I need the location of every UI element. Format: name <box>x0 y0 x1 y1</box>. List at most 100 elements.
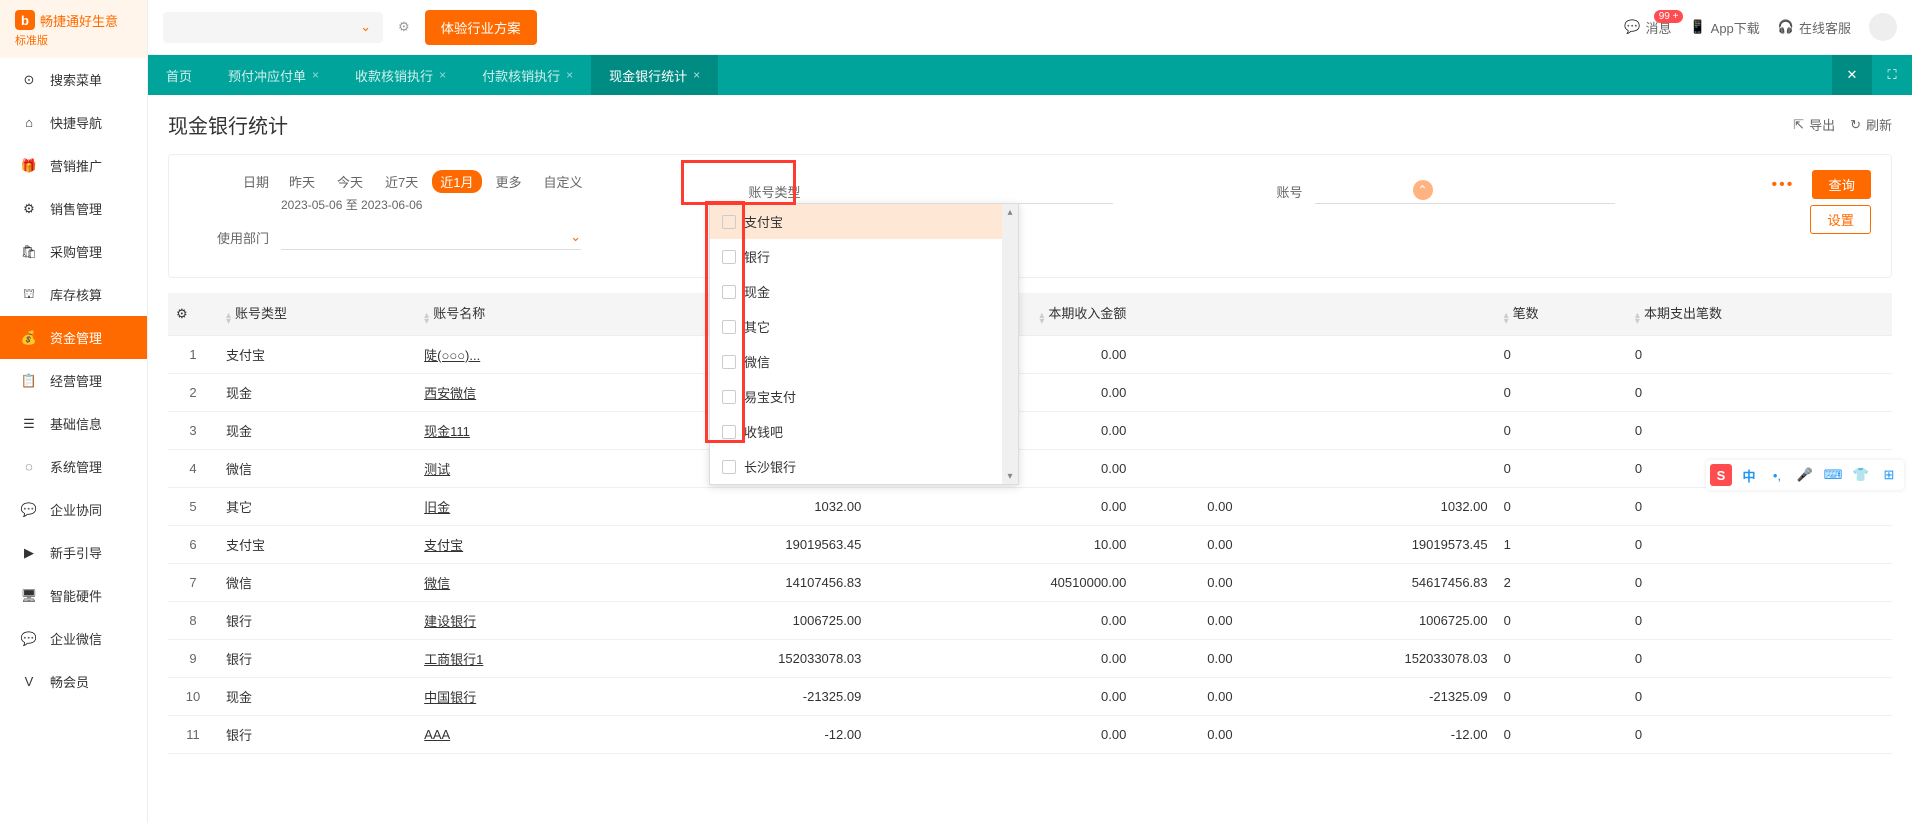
sidebar-item-13[interactable]: 💬企业微信 <box>0 617 147 660</box>
account-link[interactable]: AAA <box>424 727 450 742</box>
tab-close-icon[interactable]: × <box>439 68 446 82</box>
table-settings-icon[interactable]: ⚙ <box>176 306 188 321</box>
refresh-button[interactable]: ↻ 刷新 <box>1850 115 1892 134</box>
account-link[interactable]: 中国银行 <box>424 690 476 705</box>
column-header[interactable]: ▴▾账号类型 <box>218 293 416 336</box>
tab-1[interactable]: 预付冲应付单× <box>210 55 337 95</box>
scroll-down-arrow[interactable]: ▾ <box>1007 468 1012 484</box>
column-header[interactable]: ▴▾账号名称 <box>416 293 614 336</box>
tab-close-icon[interactable]: × <box>312 68 319 82</box>
export-button[interactable]: ⇱ 导出 <box>1793 115 1835 134</box>
sort-icon[interactable]: ▴▾ <box>1635 313 1640 325</box>
checkbox[interactable] <box>722 250 736 264</box>
close-all-tabs-button[interactable]: ✕ <box>1832 55 1872 95</box>
sidebar-item-14[interactable]: V畅会员 <box>0 660 147 703</box>
sidebar-item-10[interactable]: 💬企业协同 <box>0 488 147 531</box>
dropdown-option[interactable]: 易宝支付 <box>710 379 1002 414</box>
tab-2[interactable]: 收款核销执行× <box>337 55 464 95</box>
checkbox[interactable] <box>722 285 736 299</box>
account-link[interactable]: 陡(○○○)... <box>424 348 480 363</box>
date-tag[interactable]: 昨天 <box>281 170 323 193</box>
experience-button[interactable]: 体验行业方案 <box>425 10 537 45</box>
sidebar-item-11[interactable]: ▶新手引导 <box>0 531 147 574</box>
message-button[interactable]: 💬 消息 99 + <box>1624 18 1671 37</box>
ime-punct-icon[interactable]: •, <box>1766 464 1788 486</box>
sidebar-item-4[interactable]: 🛍采购管理 <box>0 230 147 273</box>
checkbox[interactable] <box>722 215 736 229</box>
tab-close-icon[interactable]: × <box>566 68 573 82</box>
ime-mic-icon[interactable]: 🎤 <box>1794 464 1816 486</box>
dropdown-option[interactable]: 收钱吧 <box>710 414 1002 449</box>
sidebar-item-5[interactable]: ⛫库存核算 <box>0 273 147 316</box>
cell-out-count: 0 <box>1627 526 1892 564</box>
checkbox[interactable] <box>722 355 736 369</box>
dropdown-scrollbar[interactable]: ▴ ▾ <box>1002 204 1018 484</box>
tab-close-icon[interactable]: × <box>693 68 700 82</box>
sidebar-item-9[interactable]: ◌系统管理 <box>0 445 147 488</box>
checkbox[interactable] <box>722 425 736 439</box>
account-link[interactable]: 西安微信 <box>424 386 476 401</box>
column-header[interactable]: ▴▾本期支出笔数 <box>1627 293 1892 336</box>
sidebar-item-8[interactable]: ☰基础信息 <box>0 402 147 445</box>
ime-logo-icon[interactable]: S <box>1710 464 1732 486</box>
dropdown-option[interactable]: 现金 <box>710 274 1002 309</box>
sidebar-item-3[interactable]: ⚙销售管理 <box>0 187 147 230</box>
more-filters-button[interactable]: ••• <box>1772 176 1795 194</box>
online-service-button[interactable]: 🎧 在线客服 <box>1778 18 1851 37</box>
account-type-input[interactable] <box>813 180 1113 204</box>
dropdown-option[interactable]: 支付宝 <box>710 204 1002 239</box>
org-selector[interactable]: ⌄ <box>163 12 383 43</box>
user-avatar[interactable] <box>1869 13 1897 41</box>
tab-4[interactable]: 现金银行统计× <box>591 55 718 95</box>
ime-keyboard-icon[interactable]: ⌨ <box>1822 464 1844 486</box>
sidebar-item-7[interactable]: 📋经营管理 <box>0 359 147 402</box>
checkbox[interactable] <box>722 320 736 334</box>
sort-icon[interactable]: ▴▾ <box>1504 313 1509 325</box>
ime-toolbox-icon[interactable]: ⊞ <box>1878 464 1900 486</box>
tab-0[interactable]: 首页 <box>148 55 210 95</box>
column-header[interactable]: ▴▾笔数 <box>1496 293 1627 336</box>
settings-button[interactable]: 设置 <box>1810 205 1871 234</box>
account-link[interactable]: 微信 <box>424 576 450 591</box>
query-button[interactable]: 查询 <box>1812 170 1871 199</box>
sidebar-item-6[interactable]: 💰资金管理 <box>0 316 147 359</box>
scroll-up-arrow[interactable]: ▴ <box>1007 204 1012 220</box>
dropdown-option[interactable]: 长沙银行 <box>710 449 1002 484</box>
date-tag[interactable]: 今天 <box>329 170 371 193</box>
account-link[interactable]: 现金111 <box>424 424 470 439</box>
dropdown-option[interactable]: 银行 <box>710 239 1002 274</box>
sort-icon[interactable]: ▴▾ <box>1039 313 1044 325</box>
checkbox[interactable] <box>722 390 736 404</box>
account-link[interactable]: 测试 <box>424 462 450 477</box>
ime-lang-button[interactable]: 中 <box>1738 464 1760 486</box>
sidebar-item-0[interactable]: ⊙搜索菜单 <box>0 58 147 101</box>
collapse-filter-button[interactable]: ⌃ <box>1413 180 1433 200</box>
account-input[interactable] <box>1315 180 1615 204</box>
tab-3[interactable]: 付款核销执行× <box>464 55 591 95</box>
sort-icon[interactable]: ▴▾ <box>226 313 231 325</box>
date-tag[interactable]: 近1月 <box>432 170 481 193</box>
gear-icon[interactable]: ⚙ <box>398 19 410 35</box>
dropdown-option[interactable]: 微信 <box>710 344 1002 379</box>
sidebar-item-12[interactable]: 🖥智能硬件 <box>0 574 147 617</box>
ime-skin-icon[interactable]: 👕 <box>1850 464 1872 486</box>
cell-type: 微信 <box>218 564 416 602</box>
column-header[interactable] <box>1134 293 1240 336</box>
account-link[interactable]: 建设银行 <box>424 614 476 629</box>
column-header[interactable] <box>1241 293 1496 336</box>
date-tag[interactable]: 自定义 <box>536 170 591 193</box>
date-tag[interactable]: 更多 <box>488 170 530 193</box>
sidebar-item-2[interactable]: 🎁营销推广 <box>0 144 147 187</box>
sort-icon[interactable]: ▴▾ <box>424 313 429 325</box>
fullscreen-button[interactable]: ⛶ <box>1872 55 1912 95</box>
sidebar-item-1[interactable]: ⌂快捷导航 <box>0 101 147 144</box>
checkbox[interactable] <box>722 460 736 474</box>
app-download-button[interactable]: 📱 App下载 <box>1689 18 1759 37</box>
dept-select[interactable]: ⌄ <box>281 225 581 250</box>
account-link[interactable]: 工商银行1 <box>424 652 483 667</box>
option-label: 支付宝 <box>744 212 783 231</box>
account-link[interactable]: 旧金 <box>424 500 450 515</box>
dropdown-option[interactable]: 其它 <box>710 309 1002 344</box>
date-tag[interactable]: 近7天 <box>377 170 426 193</box>
account-link[interactable]: 支付宝 <box>424 538 463 553</box>
